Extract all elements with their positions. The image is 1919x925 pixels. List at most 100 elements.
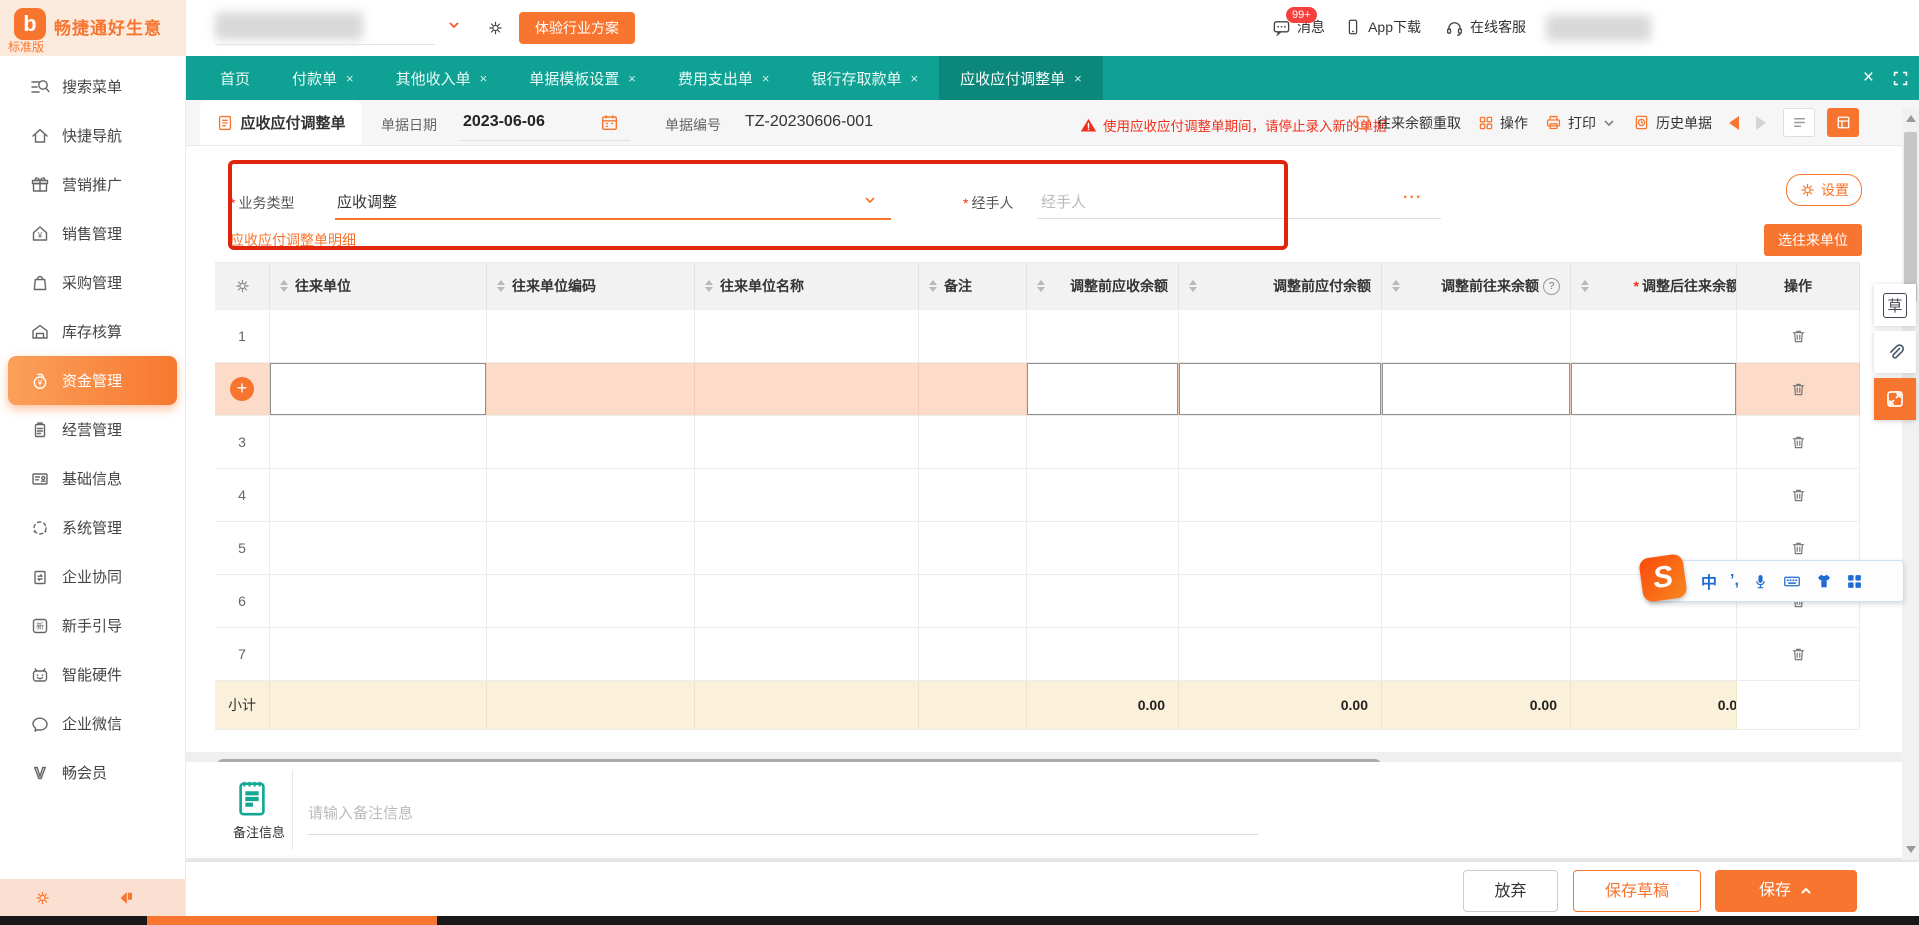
app-download-button[interactable]: App下载: [1344, 17, 1421, 37]
topbar-gear-icon[interactable]: [487, 18, 504, 38]
rebalance-button[interactable]: ¥ 往来余额重取: [1354, 113, 1461, 133]
data-cell[interactable]: [1027, 469, 1179, 521]
sidebar-item-13[interactable]: 企业微信: [0, 699, 185, 748]
next-doc-icon[interactable]: [1756, 115, 1766, 130]
tab-close-icon[interactable]: ×: [480, 71, 488, 86]
data-cell[interactable]: [270, 628, 487, 680]
save-button[interactable]: 保存: [1715, 870, 1857, 912]
toolbox-grid-icon[interactable]: [1846, 573, 1863, 590]
data-cell[interactable]: [1382, 416, 1571, 468]
draft-note-button[interactable]: 草: [1874, 284, 1916, 326]
operations-button[interactable]: 操作: [1478, 113, 1528, 133]
sort-arrows-icon[interactable]: [497, 280, 505, 292]
data-cell[interactable]: [695, 310, 919, 362]
handler-more-button[interactable]: ...: [1403, 185, 1422, 203]
document-subtab[interactable]: 应收应付调整单: [200, 100, 362, 145]
print-button[interactable]: 打印: [1545, 113, 1616, 133]
biz-type-value[interactable]: 应收调整: [337, 191, 397, 212]
company-chevron-down-icon[interactable]: [447, 18, 461, 32]
column-header-2[interactable]: 往来单位名称: [695, 263, 919, 309]
ime-chinese-mode[interactable]: 中: [1701, 569, 1717, 593]
data-cell[interactable]: [695, 522, 919, 574]
data-cell[interactable]: [270, 310, 487, 362]
data-cell[interactable]: [270, 522, 487, 574]
sort-arrows-icon[interactable]: [1392, 280, 1400, 292]
data-cell[interactable]: [1027, 363, 1179, 415]
sidebar-item-6[interactable]: ¥ 资金管理: [8, 356, 177, 405]
sidebar-item-14[interactable]: V 畅会员: [0, 748, 185, 797]
column-header-4[interactable]: 调整前应收余额: [1027, 263, 1179, 309]
tab-close-icon[interactable]: ×: [346, 71, 354, 86]
tab-2[interactable]: 其他收入单 ×: [375, 56, 509, 100]
data-cell[interactable]: [270, 416, 487, 468]
fullscreen-icon[interactable]: [1892, 70, 1909, 87]
tab-1[interactable]: 付款单 ×: [271, 56, 375, 100]
data-cell[interactable]: [1382, 522, 1571, 574]
data-cell[interactable]: [1382, 310, 1571, 362]
data-cell[interactable]: [1179, 363, 1382, 415]
data-cell[interactable]: [1571, 628, 1737, 680]
ime-punctuation[interactable]: ’,: [1730, 572, 1739, 590]
online-service-button[interactable]: 在线客服: [1445, 17, 1526, 37]
delete-row-icon[interactable]: [1790, 540, 1807, 557]
username-redacted[interactable]: [1546, 15, 1651, 41]
tab-3[interactable]: 单据模板设置 ×: [508, 56, 657, 100]
tab-5[interactable]: 银行存取款单 ×: [790, 56, 939, 100]
data-cell[interactable]: [695, 575, 919, 627]
data-cell[interactable]: [1027, 416, 1179, 468]
close-all-icon[interactable]: ×: [1863, 67, 1874, 89]
add-row-button[interactable]: +: [230, 377, 254, 401]
company-name-redacted[interactable]: [215, 12, 363, 40]
sidebar-item-5[interactable]: 库存核算: [0, 307, 185, 356]
data-cell[interactable]: [919, 469, 1027, 521]
data-cell[interactable]: [487, 416, 695, 468]
sidebar-item-4[interactable]: 采购管理: [0, 258, 185, 307]
data-cell[interactable]: [695, 628, 919, 680]
delete-row-icon[interactable]: [1790, 328, 1807, 345]
sidebar-item-10[interactable]: 企业协同: [0, 552, 185, 601]
data-cell[interactable]: [695, 363, 919, 415]
scroll-down-icon[interactable]: [1906, 846, 1916, 853]
save-draft-button[interactable]: 保存草稿: [1573, 870, 1701, 912]
sogou-logo-icon[interactable]: S: [1638, 553, 1688, 603]
list-view-toggle[interactable]: [1783, 108, 1815, 137]
tab-0[interactable]: 首页: [199, 56, 271, 100]
trial-solution-button[interactable]: 体验行业方案: [519, 12, 635, 44]
data-cell[interactable]: [919, 575, 1027, 627]
data-cell[interactable]: [1179, 522, 1382, 574]
tab-4[interactable]: 费用支出单 ×: [657, 56, 791, 100]
data-cell[interactable]: [919, 310, 1027, 362]
data-cell[interactable]: [270, 469, 487, 521]
data-cell[interactable]: [1382, 628, 1571, 680]
data-cell[interactable]: [1571, 469, 1737, 521]
data-cell[interactable]: [1179, 310, 1382, 362]
sort-arrows-icon[interactable]: [1189, 280, 1197, 292]
sort-arrows-icon[interactable]: [1581, 280, 1589, 292]
column-header-6[interactable]: 调整前往来余额?: [1382, 263, 1571, 309]
column-header-5[interactable]: 调整前应付余额: [1179, 263, 1382, 309]
sidebar-item-8[interactable]: 基础信息: [0, 454, 185, 503]
tab-close-icon[interactable]: ×: [910, 71, 918, 86]
sidebar-item-2[interactable]: 营销推广: [0, 160, 185, 209]
delete-row-icon[interactable]: [1790, 487, 1807, 504]
data-cell[interactable]: [270, 363, 487, 415]
sort-arrows-icon[interactable]: [1037, 280, 1045, 292]
column-header-1[interactable]: 往来单位编码: [487, 263, 695, 309]
data-cell[interactable]: [1179, 469, 1382, 521]
data-cell[interactable]: [919, 363, 1027, 415]
data-cell[interactable]: [919, 628, 1027, 680]
sort-arrows-icon[interactable]: [705, 280, 713, 292]
data-cell[interactable]: [1179, 628, 1382, 680]
data-cell[interactable]: [695, 469, 919, 521]
data-cell[interactable]: [1027, 522, 1179, 574]
data-cell[interactable]: [1179, 575, 1382, 627]
data-cell[interactable]: [487, 469, 695, 521]
delete-row-icon[interactable]: [1790, 381, 1807, 398]
sidebar-item-11[interactable]: 新 新手引导: [0, 601, 185, 650]
sidebar-item-1[interactable]: 快捷导航: [0, 111, 185, 160]
tab-close-icon[interactable]: ×: [1074, 71, 1082, 86]
data-cell[interactable]: [695, 416, 919, 468]
sidebar-item-0[interactable]: 搜索菜单: [0, 62, 185, 111]
prev-doc-icon[interactable]: [1729, 115, 1739, 130]
help-icon[interactable]: ?: [1543, 277, 1560, 295]
